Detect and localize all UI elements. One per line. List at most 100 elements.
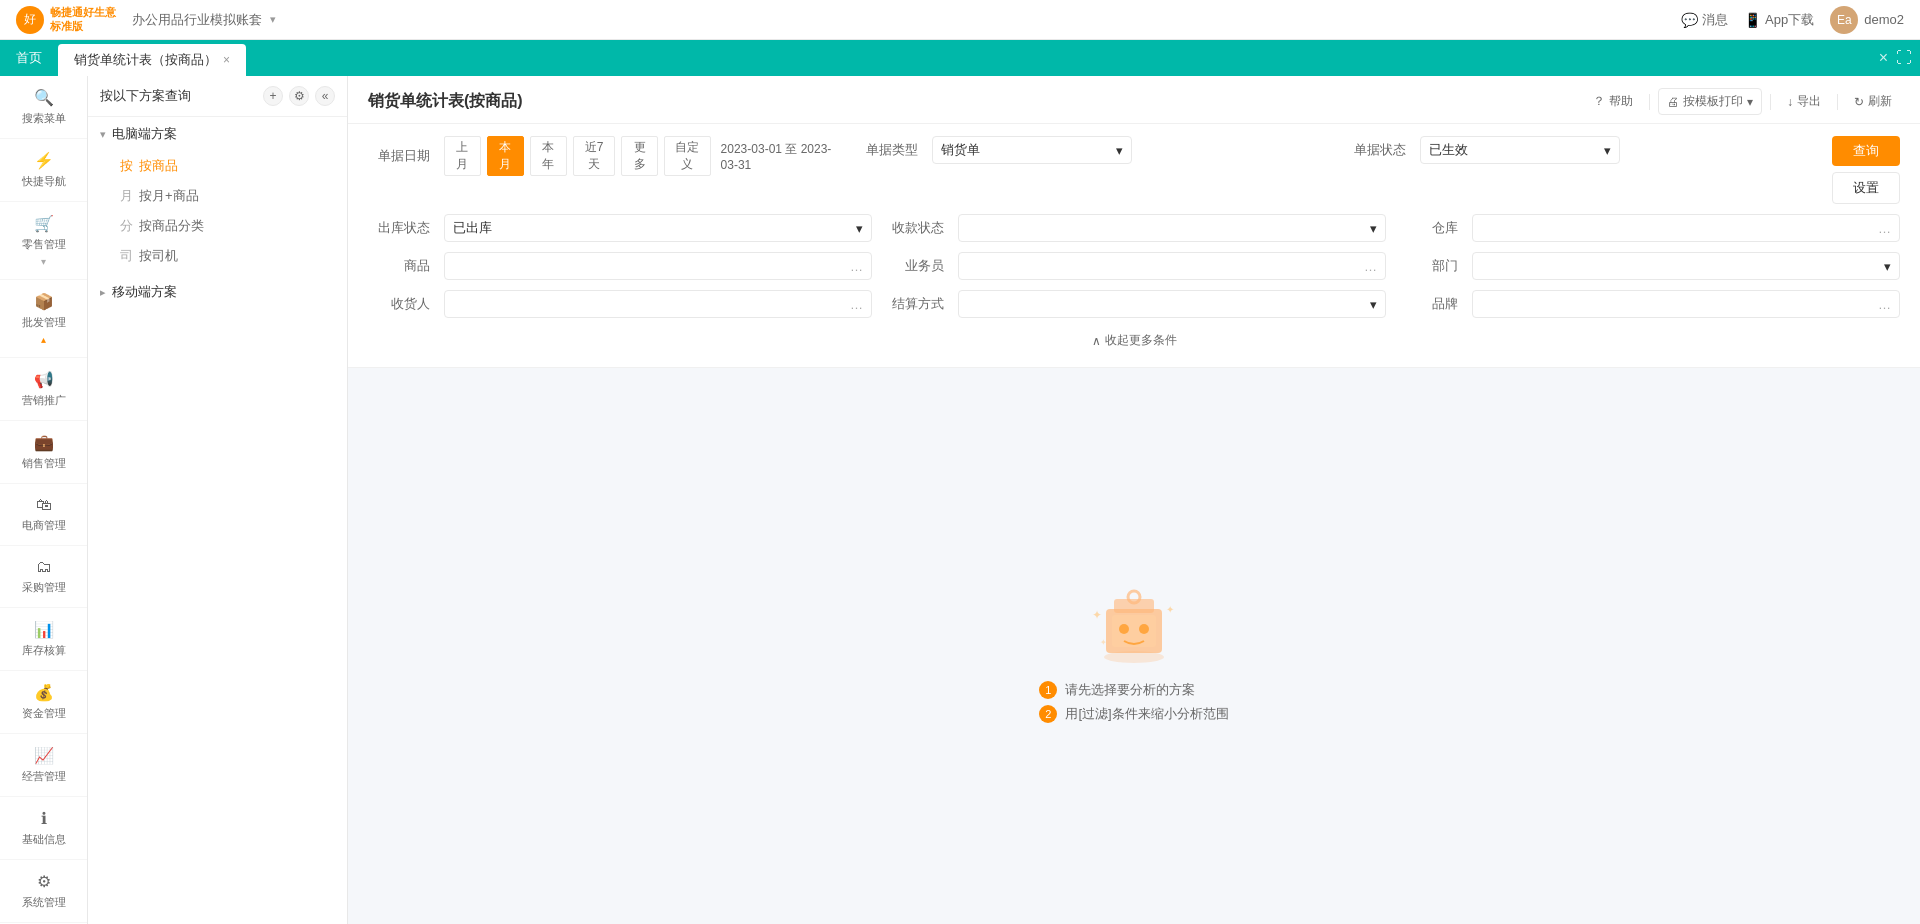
brand-input[interactable]: … bbox=[1472, 290, 1900, 318]
sidebar-item-basic[interactable]: ℹ 基础信息 bbox=[0, 797, 87, 860]
sidebar-item-finance[interactable]: 💰 资金管理 bbox=[0, 671, 87, 734]
sidebar-item-inventory[interactable]: 📊 库存核算 bbox=[0, 608, 87, 671]
empty-hints: 1 请先选择要分析的方案 2 用[过滤]条件来缩小分析范围 bbox=[1039, 681, 1228, 723]
recipient-input[interactable]: … bbox=[444, 290, 872, 318]
docstatus-label: 单据状态 bbox=[1344, 141, 1414, 159]
sidebar-item-ecommerce[interactable]: 🛍 电商管理 bbox=[0, 484, 87, 546]
warehouse-dots[interactable]: … bbox=[1878, 221, 1891, 236]
salesman-col: 业务员 … bbox=[882, 252, 1386, 280]
tree-mobile-section[interactable]: ▸ 移动端方案 bbox=[88, 275, 347, 309]
user-name: demo2 bbox=[1864, 12, 1904, 27]
docstatus-filter-col: 单据状态 已生效 ▾ bbox=[1344, 136, 1822, 164]
docstatus-select[interactable]: 已生效 ▾ bbox=[1420, 136, 1620, 164]
empty-hint-1: 1 请先选择要分析的方案 bbox=[1039, 681, 1228, 699]
recipient-label: 收货人 bbox=[368, 295, 438, 313]
top-bar: 好 畅捷通好生意 标准版 办公用品行业模拟账套 ▾ 💬 消息 📱 App下载 E… bbox=[0, 0, 1920, 40]
sidebar-item-quicknav[interactable]: ⚡ 快捷导航 bbox=[0, 139, 87, 202]
left-panel-title: 按以下方案查询 bbox=[100, 87, 191, 105]
date-btn-more[interactable]: 更多 bbox=[621, 136, 658, 176]
product-input[interactable]: … bbox=[444, 252, 872, 280]
svg-text:✦: ✦ bbox=[1100, 638, 1107, 647]
search-icon: 🔍 bbox=[34, 88, 54, 107]
tree-desktop-section[interactable]: ▾ 电脑端方案 bbox=[88, 117, 347, 151]
receiptstatus-select[interactable]: ▾ bbox=[958, 214, 1386, 242]
add-scheme-button[interactable]: + bbox=[263, 86, 283, 106]
sidebar-item-retail[interactable]: 🛒 零售管理 ▾ bbox=[0, 202, 87, 280]
top-bar-right: 💬 消息 📱 App下载 Ea demo2 bbox=[1681, 6, 1904, 34]
warehouse-input[interactable]: … bbox=[1472, 214, 1900, 242]
date-btn-last-month[interactable]: 上月 bbox=[444, 136, 481, 176]
collapse-left-panel-button[interactable]: « bbox=[315, 86, 335, 106]
recipient-dots[interactable]: … bbox=[850, 297, 863, 312]
tree-item-by-category[interactable]: 分 按商品分类 bbox=[88, 211, 347, 241]
sidebar-item-search[interactable]: 🔍 搜索菜单 bbox=[0, 76, 87, 139]
receiptstatus-dropdown-arrow: ▾ bbox=[1370, 221, 1377, 236]
tab-close-icon[interactable]: × bbox=[223, 53, 230, 67]
query-button[interactable]: 查询 bbox=[1832, 136, 1900, 166]
tab-report[interactable]: 销货单统计表（按商品） × bbox=[58, 44, 246, 76]
sidebar-item-sales[interactable]: 💼 销售管理 bbox=[0, 421, 87, 484]
settings-button[interactable]: 设置 bbox=[1832, 172, 1900, 204]
doctype-select[interactable]: 销货单 ▾ bbox=[932, 136, 1132, 164]
filter-row-3: 商品 … 业务员 … 部门 bbox=[368, 252, 1900, 280]
date-label: 单据日期 bbox=[368, 147, 438, 165]
date-btn-7days[interactable]: 近7天 bbox=[573, 136, 615, 176]
doctype-label: 单据类型 bbox=[856, 141, 926, 159]
tab-maximize-icon[interactable]: ⛶ bbox=[1896, 49, 1912, 67]
basic-icon: ℹ bbox=[41, 809, 47, 828]
date-btn-this-month[interactable]: 本月 bbox=[487, 136, 524, 176]
salesman-label: 业务员 bbox=[882, 257, 952, 275]
page-actions: ？ 帮助 🖨 按模板打印 ▾ ↓ 导出 bbox=[1585, 88, 1900, 115]
salesman-dots[interactable]: … bbox=[1364, 259, 1377, 274]
sub-icon-1: 月 bbox=[120, 187, 133, 205]
brand-dots[interactable]: … bbox=[1878, 297, 1891, 312]
logo-area: 好 畅捷通好生意 标准版 bbox=[16, 6, 116, 34]
sidebar-item-wholesale[interactable]: 📦 批发管理 ▴ bbox=[0, 280, 87, 358]
dept-dropdown-arrow: ▾ bbox=[1884, 259, 1891, 274]
purchase-icon: 🗂 bbox=[36, 558, 52, 576]
sidebar-item-system[interactable]: ⚙ 系统管理 bbox=[0, 860, 87, 923]
app-download-button[interactable]: 📱 App下载 bbox=[1744, 11, 1814, 29]
export-button[interactable]: ↓ 导出 bbox=[1779, 89, 1829, 114]
active-scheme-icon: 按 bbox=[120, 157, 133, 175]
sidebar-item-purchase[interactable]: 🗂 采购管理 bbox=[0, 546, 87, 608]
sidebar-item-marketing[interactable]: 📢 营销推广 bbox=[0, 358, 87, 421]
nav-dropdown-arrow[interactable]: ▾ bbox=[270, 13, 276, 26]
outstatus-select[interactable]: 已出库 ▾ bbox=[444, 214, 872, 242]
recipient-col: 收货人 … bbox=[368, 290, 872, 318]
message-button[interactable]: 💬 消息 bbox=[1681, 11, 1728, 29]
empty-hint-2: 2 用[过滤]条件来缩小分析范围 bbox=[1039, 705, 1228, 723]
tree-item-by-month-product[interactable]: 月 按月+商品 bbox=[88, 181, 347, 211]
tab-close-window-icon[interactable]: × bbox=[1879, 49, 1888, 67]
settlement-select[interactable]: ▾ bbox=[958, 290, 1386, 318]
docstatus-dropdown-arrow: ▾ bbox=[1604, 143, 1611, 158]
dept-select[interactable]: ▾ bbox=[1472, 252, 1900, 280]
svg-text:✦: ✦ bbox=[1092, 608, 1102, 622]
settlement-dropdown-arrow: ▾ bbox=[1370, 297, 1377, 312]
tree-item-by-cashier[interactable]: 司 按司机 bbox=[88, 241, 347, 271]
outstatus-dropdown-arrow: ▾ bbox=[856, 221, 863, 236]
collapse-button[interactable]: ∧ 收起更多条件 bbox=[368, 326, 1900, 355]
help-button[interactable]: ？ 帮助 bbox=[1585, 89, 1641, 114]
left-panel-actions: + ⚙ « bbox=[263, 86, 335, 106]
settlement-col: 结算方式 ▾ bbox=[882, 290, 1386, 318]
settings-scheme-button[interactable]: ⚙ bbox=[289, 86, 309, 106]
salesman-input[interactable]: … bbox=[958, 252, 1386, 280]
date-btn-custom[interactable]: 自定义 bbox=[664, 136, 710, 176]
inventory-icon: 📊 bbox=[34, 620, 54, 639]
doctype-dropdown-arrow: ▾ bbox=[1116, 143, 1123, 158]
left-panel-header: 按以下方案查询 + ⚙ « bbox=[88, 76, 347, 117]
tab-bar-right: × ⛶ bbox=[1879, 49, 1920, 67]
product-dots[interactable]: … bbox=[850, 259, 863, 274]
user-area[interactable]: Ea demo2 bbox=[1830, 6, 1904, 34]
sidebar-item-operations[interactable]: 📈 经营管理 bbox=[0, 734, 87, 797]
tree-section-arrow: ▾ bbox=[100, 128, 106, 141]
svg-point-3 bbox=[1119, 624, 1129, 634]
refresh-button[interactable]: ↻ 刷新 bbox=[1846, 89, 1900, 114]
tab-home[interactable]: 首页 bbox=[0, 40, 58, 76]
retail-icon: 🛒 bbox=[34, 214, 54, 233]
date-btn-this-year[interactable]: 本年 bbox=[530, 136, 567, 176]
print-dropdown-arrow: ▾ bbox=[1747, 95, 1753, 109]
tree-item-by-product[interactable]: 按 按商品 bbox=[88, 151, 347, 181]
print-button[interactable]: 🖨 按模板打印 ▾ bbox=[1658, 88, 1762, 115]
